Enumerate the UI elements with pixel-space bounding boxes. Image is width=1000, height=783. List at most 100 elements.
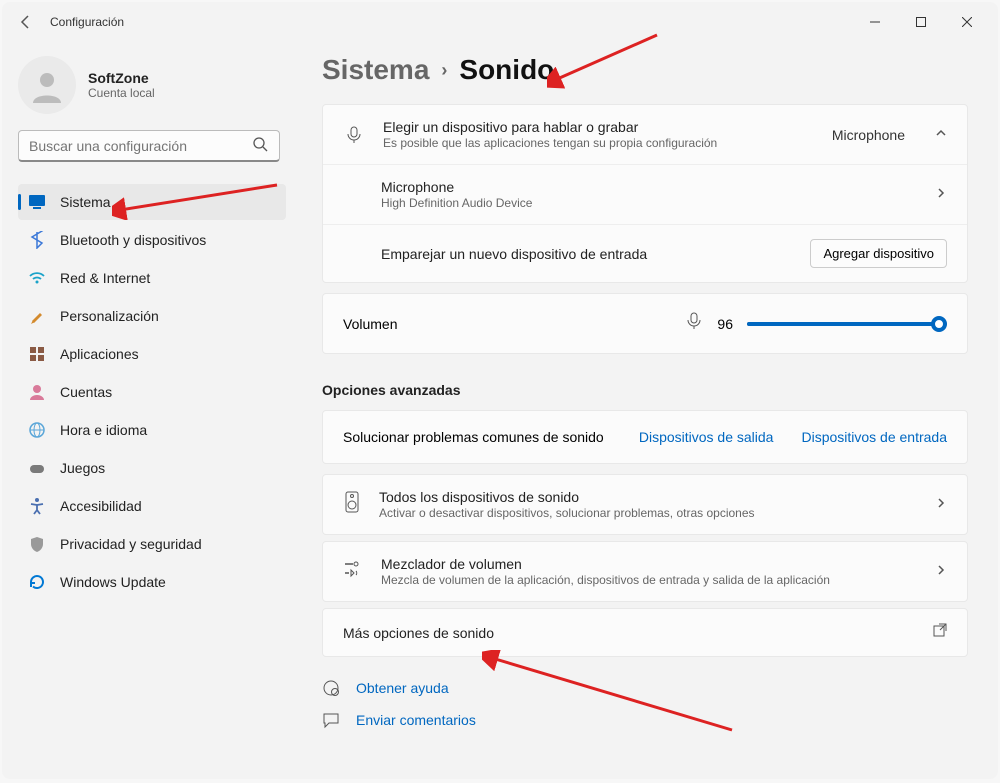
- close-icon: [962, 17, 972, 27]
- breadcrumb-parent[interactable]: Sistema: [322, 54, 429, 86]
- maximize-icon: [916, 17, 926, 27]
- sidebar-item-hora-e-idioma[interactable]: Hora e idioma: [18, 412, 286, 448]
- chevron-up-icon: [935, 126, 947, 144]
- main-content: Sistema › Sonido Elegir un dispositivo p…: [302, 42, 998, 779]
- get-help-link[interactable]: Obtener ayuda: [322, 679, 968, 697]
- get-help-label: Obtener ayuda: [356, 680, 449, 696]
- sidebar-item-privacidad-y-seguridad[interactable]: Privacidad y seguridad: [18, 526, 286, 562]
- chevron-right-icon: ›: [441, 60, 447, 81]
- breadcrumb: Sistema › Sonido: [322, 54, 968, 86]
- input-device-group: Elegir un dispositivo para hablar o grab…: [322, 104, 968, 283]
- microphone-icon: [343, 126, 365, 144]
- breadcrumb-current: Sonido: [459, 54, 554, 86]
- globe-icon: [28, 421, 46, 439]
- wifi-icon: [28, 269, 46, 287]
- apps-icon: [28, 345, 46, 363]
- chevron-right-icon: [935, 496, 947, 514]
- titlebar: Configuración: [2, 2, 998, 42]
- microphone-device-sub: High Definition Audio Device: [381, 196, 905, 210]
- mixer-sub: Mezcla de volumen de la aplicación, disp…: [381, 573, 905, 587]
- microphone-device-title: Microphone: [381, 179, 905, 195]
- person-icon: [28, 383, 46, 401]
- choose-input-value: Microphone: [832, 127, 905, 143]
- troubleshoot-card: Solucionar problemas comunes de sonido D…: [322, 410, 968, 464]
- nav-label: Sistema: [60, 194, 111, 210]
- nav-label: Red & Internet: [60, 270, 150, 286]
- nav-label: Hora e idioma: [60, 422, 147, 438]
- chevron-right-icon: [935, 186, 947, 204]
- search-input[interactable]: [18, 130, 280, 162]
- monitor-icon: [28, 193, 46, 211]
- avatar: [18, 56, 76, 114]
- search-icon: [252, 136, 268, 157]
- chevron-right-icon: [935, 563, 947, 581]
- nav-label: Accesibilidad: [60, 498, 142, 514]
- sidebar: SoftZone Cuenta local Sistema Bluetooth y…: [2, 42, 302, 779]
- minimize-button[interactable]: [852, 6, 898, 38]
- volume-label: Volumen: [343, 316, 397, 332]
- sidebar-item-sistema[interactable]: Sistema: [18, 184, 286, 220]
- choose-input-sub: Es posible que las aplicaciones tengan s…: [383, 136, 814, 150]
- mixer-icon: [343, 559, 363, 584]
- troubleshoot-title: Solucionar problemas comunes de sonido: [343, 429, 611, 445]
- shield-icon: [28, 535, 46, 553]
- help-icon: [322, 679, 340, 697]
- volume-slider[interactable]: [747, 322, 947, 326]
- user-subtitle: Cuenta local: [88, 86, 155, 100]
- pair-device-row: Emparejar un nuevo dispositivo de entrad…: [323, 225, 967, 282]
- more-options-title: Más opciones de sonido: [343, 625, 903, 641]
- sidebar-item-cuentas[interactable]: Cuentas: [18, 374, 286, 410]
- sidebar-item-windows-update[interactable]: Windows Update: [18, 564, 286, 600]
- choose-input-title: Elegir un dispositivo para hablar o grab…: [383, 119, 814, 135]
- nav-label: Juegos: [60, 460, 105, 476]
- output-devices-link[interactable]: Dispositivos de salida: [639, 429, 774, 445]
- accessibility-icon: [28, 497, 46, 515]
- sidebar-item-bluetooth-y-dispositivos[interactable]: Bluetooth y dispositivos: [18, 222, 286, 258]
- external-link-icon: [933, 623, 947, 642]
- slider-thumb[interactable]: [931, 316, 947, 332]
- nav-label: Cuentas: [60, 384, 112, 400]
- user-block[interactable]: SoftZone Cuenta local: [18, 52, 286, 130]
- more-sound-options-card[interactable]: Más opciones de sonido: [322, 608, 968, 657]
- brush-icon: [28, 307, 46, 325]
- microphone-icon[interactable]: [685, 312, 703, 335]
- sidebar-item-juegos[interactable]: Juegos: [18, 450, 286, 486]
- send-feedback-label: Enviar comentarios: [356, 712, 476, 728]
- sidebar-item-red-internet[interactable]: Red & Internet: [18, 260, 286, 296]
- sidebar-item-accesibilidad[interactable]: Accesibilidad: [18, 488, 286, 524]
- nav-label: Windows Update: [60, 574, 166, 590]
- all-devices-title: Todos los dispositivos de sonido: [379, 489, 905, 505]
- all-devices-card[interactable]: Todos los dispositivos de sonido Activar…: [322, 474, 968, 535]
- add-device-button[interactable]: Agregar dispositivo: [810, 239, 947, 268]
- nav-label: Aplicaciones: [60, 346, 139, 362]
- update-icon: [28, 573, 46, 591]
- user-name: SoftZone: [88, 70, 155, 86]
- volume-value: 96: [717, 316, 733, 332]
- nav-label: Privacidad y seguridad: [60, 536, 202, 552]
- gamepad-icon: [28, 459, 46, 477]
- speaker-icon: [343, 491, 361, 518]
- person-icon: [29, 67, 65, 103]
- microphone-device-row[interactable]: Microphone High Definition Audio Device: [323, 165, 967, 225]
- all-devices-sub: Activar o desactivar dispositivos, soluc…: [379, 506, 905, 520]
- volume-card: Volumen 96: [322, 293, 968, 354]
- choose-input-row[interactable]: Elegir un dispositivo para hablar o grab…: [323, 105, 967, 165]
- mixer-title: Mezclador de volumen: [381, 556, 905, 572]
- pair-device-title: Emparejar un nuevo dispositivo de entrad…: [381, 246, 792, 262]
- send-feedback-link[interactable]: Enviar comentarios: [322, 711, 968, 729]
- bluetooth-icon: [28, 231, 46, 249]
- maximize-button[interactable]: [898, 6, 944, 38]
- nav-label: Bluetooth y dispositivos: [60, 232, 206, 248]
- feedback-icon: [322, 711, 340, 729]
- input-devices-link[interactable]: Dispositivos de entrada: [801, 429, 947, 445]
- close-button[interactable]: [944, 6, 990, 38]
- back-button[interactable]: [10, 6, 42, 38]
- back-arrow-icon: [18, 14, 34, 30]
- sidebar-item-personalizaci-n[interactable]: Personalización: [18, 298, 286, 334]
- nav-label: Personalización: [60, 308, 159, 324]
- window-title: Configuración: [50, 15, 124, 29]
- minimize-icon: [870, 17, 880, 27]
- advanced-options-header: Opciones avanzadas: [322, 382, 968, 398]
- volume-mixer-card[interactable]: Mezclador de volumen Mezcla de volumen d…: [322, 541, 968, 602]
- sidebar-item-aplicaciones[interactable]: Aplicaciones: [18, 336, 286, 372]
